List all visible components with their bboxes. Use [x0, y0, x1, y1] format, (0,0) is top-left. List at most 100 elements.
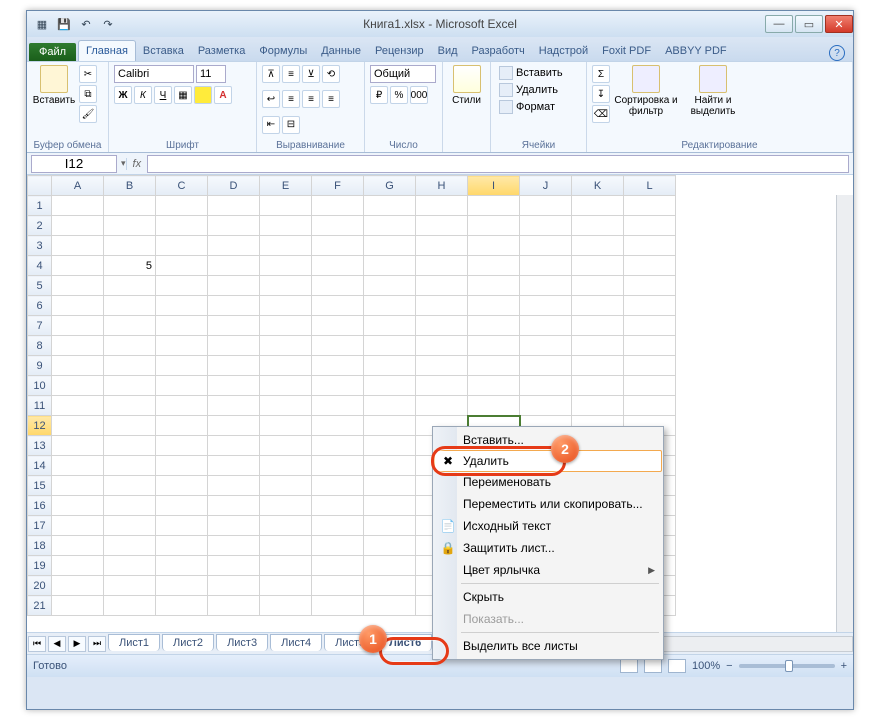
row-header-17[interactable]: 17 [28, 516, 52, 536]
cell-H7[interactable] [416, 316, 468, 336]
row-header-4[interactable]: 4 [28, 256, 52, 276]
cell-I2[interactable] [468, 216, 520, 236]
cell-B17[interactable] [104, 516, 156, 536]
cell-A9[interactable] [52, 356, 104, 376]
cell-I7[interactable] [468, 316, 520, 336]
cell-L7[interactable] [624, 316, 676, 336]
cell-E21[interactable] [260, 596, 312, 616]
cell-I4[interactable] [468, 256, 520, 276]
col-header-D[interactable]: D [208, 176, 260, 196]
row-header-6[interactable]: 6 [28, 296, 52, 316]
cell-F20[interactable] [312, 576, 364, 596]
zoom-out-icon[interactable]: − [726, 660, 732, 672]
cell-H5[interactable] [416, 276, 468, 296]
cell-C2[interactable] [156, 216, 208, 236]
cell-H3[interactable] [416, 236, 468, 256]
minimize-button[interactable]: — [765, 15, 793, 33]
cell-J7[interactable] [520, 316, 572, 336]
cell-C8[interactable] [156, 336, 208, 356]
col-header-L[interactable]: L [624, 176, 676, 196]
cell-A16[interactable] [52, 496, 104, 516]
cell-I1[interactable] [468, 196, 520, 216]
cell-F4[interactable] [312, 256, 364, 276]
cell-G9[interactable] [364, 356, 416, 376]
cell-G18[interactable] [364, 536, 416, 556]
col-header-F[interactable]: F [312, 176, 364, 196]
row-header-3[interactable]: 3 [28, 236, 52, 256]
cell-G4[interactable] [364, 256, 416, 276]
currency-icon[interactable]: ₽ [370, 86, 388, 104]
cell-G8[interactable] [364, 336, 416, 356]
sheet-nav-next-icon[interactable]: ▶ [68, 636, 86, 652]
cell-K1[interactable] [572, 196, 624, 216]
cell-E19[interactable] [260, 556, 312, 576]
cell-A2[interactable] [52, 216, 104, 236]
row-header-8[interactable]: 8 [28, 336, 52, 356]
bold-button[interactable]: Ж [114, 86, 132, 104]
cell-G17[interactable] [364, 516, 416, 536]
cell-C13[interactable] [156, 436, 208, 456]
sheet-tab-1[interactable]: Лист1 [108, 634, 160, 651]
cell-J3[interactable] [520, 236, 572, 256]
cell-D4[interactable] [208, 256, 260, 276]
cell-K7[interactable] [572, 316, 624, 336]
format-painter-icon[interactable]: 🖌 [79, 105, 97, 123]
sheet-tab-2[interactable]: Лист2 [162, 634, 214, 651]
cell-E9[interactable] [260, 356, 312, 376]
save-icon[interactable]: 💾 [55, 15, 73, 33]
align-top-icon[interactable]: ⊼ [262, 65, 280, 83]
cell-D9[interactable] [208, 356, 260, 376]
cell-B13[interactable] [104, 436, 156, 456]
copy-icon[interactable]: ⧉ [79, 85, 97, 103]
cell-A20[interactable] [52, 576, 104, 596]
cell-D8[interactable] [208, 336, 260, 356]
cell-G20[interactable] [364, 576, 416, 596]
cell-K9[interactable] [572, 356, 624, 376]
cell-D7[interactable] [208, 316, 260, 336]
cell-A18[interactable] [52, 536, 104, 556]
cell-A13[interactable] [52, 436, 104, 456]
cell-D11[interactable] [208, 396, 260, 416]
row-header-7[interactable]: 7 [28, 316, 52, 336]
cell-F15[interactable] [312, 476, 364, 496]
row-header-2[interactable]: 2 [28, 216, 52, 236]
cell-J8[interactable] [520, 336, 572, 356]
cell-F11[interactable] [312, 396, 364, 416]
cell-I11[interactable] [468, 396, 520, 416]
cell-A11[interactable] [52, 396, 104, 416]
cell-B9[interactable] [104, 356, 156, 376]
row-header-14[interactable]: 14 [28, 456, 52, 476]
cell-A3[interactable] [52, 236, 104, 256]
cell-B12[interactable] [104, 416, 156, 436]
cell-D21[interactable] [208, 596, 260, 616]
cell-J6[interactable] [520, 296, 572, 316]
cell-F16[interactable] [312, 496, 364, 516]
cell-A14[interactable] [52, 456, 104, 476]
tab-layout[interactable]: Разметка [191, 41, 253, 61]
cell-C19[interactable] [156, 556, 208, 576]
ctx-protect[interactable]: 🔒 Защитить лист... [435, 537, 661, 559]
cell-K4[interactable] [572, 256, 624, 276]
row-header-20[interactable]: 20 [28, 576, 52, 596]
cell-E3[interactable] [260, 236, 312, 256]
row-header-16[interactable]: 16 [28, 496, 52, 516]
cell-B20[interactable] [104, 576, 156, 596]
cell-F5[interactable] [312, 276, 364, 296]
number-format-select[interactable] [370, 65, 436, 83]
sheet-nav-last-icon[interactable]: ⏭ [88, 636, 106, 652]
cell-K3[interactable] [572, 236, 624, 256]
cell-K10[interactable] [572, 376, 624, 396]
clear-icon[interactable]: ⌫ [592, 105, 610, 123]
cell-L9[interactable] [624, 356, 676, 376]
cells-delete-button[interactable]: Удалить [496, 82, 561, 98]
tab-insert[interactable]: Вставка [136, 41, 191, 61]
cell-L4[interactable] [624, 256, 676, 276]
cell-C5[interactable] [156, 276, 208, 296]
font-color-button[interactable]: A [214, 86, 232, 104]
row-header-5[interactable]: 5 [28, 276, 52, 296]
cell-I3[interactable] [468, 236, 520, 256]
wrap-text-icon[interactable]: ↩ [262, 90, 280, 108]
font-name-select[interactable] [114, 65, 194, 83]
row-header-13[interactable]: 13 [28, 436, 52, 456]
tab-data[interactable]: Данные [314, 41, 368, 61]
